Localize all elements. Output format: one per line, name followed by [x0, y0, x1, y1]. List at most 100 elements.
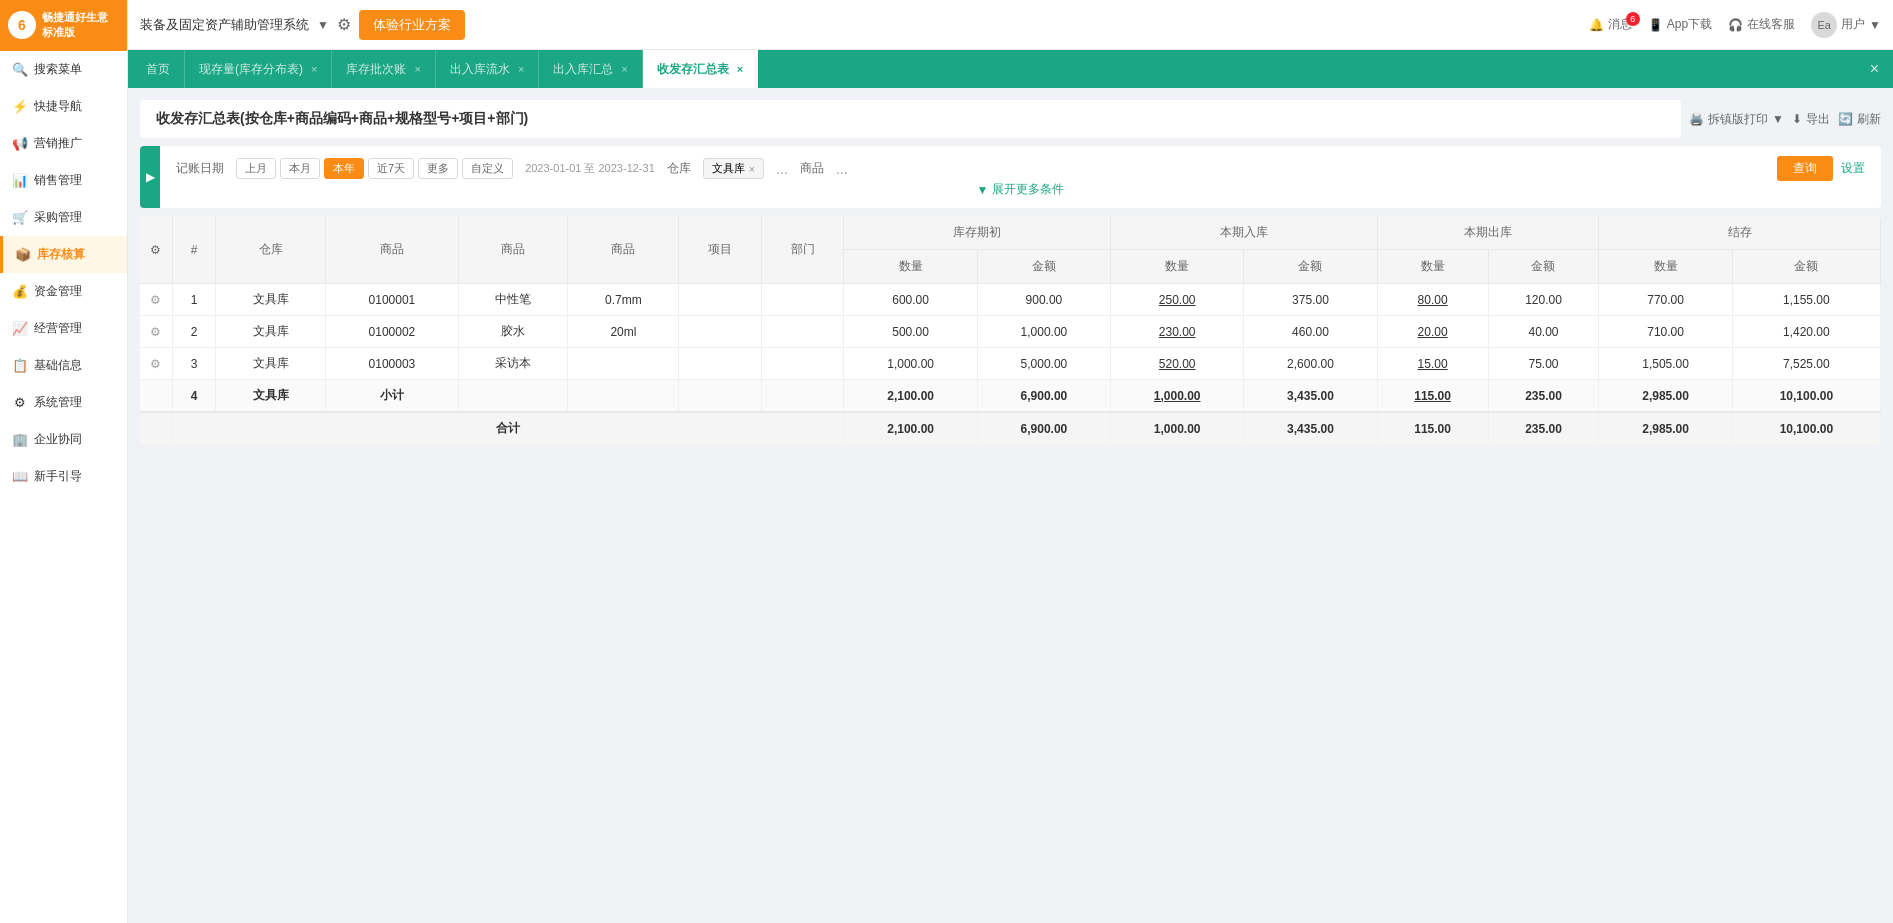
sidebar-item-finance[interactable]: 💰 资金管理 — [0, 273, 127, 310]
tab-close-recv-send[interactable]: × — [737, 63, 743, 75]
app-download-btn[interactable]: 📱 App下载 — [1648, 16, 1712, 33]
topbar-right: 🔔 消息 6 📱 App下载 🎧 在线客服 Ea 用户 ▼ — [1589, 12, 1881, 38]
topbar-left: 装备及固定资产辅助管理系统 ▼ ⚙ 体验行业方案 — [140, 10, 465, 40]
table-settings-icon[interactable]: ⚙ — [150, 243, 161, 257]
row2-no: 2 — [172, 316, 216, 348]
row2-code: 0100002 — [325, 316, 458, 348]
row1-out-qty[interactable]: 80.00 — [1377, 284, 1488, 316]
col-inbound-qty: 数量 — [1111, 250, 1244, 284]
settings-gear-icon[interactable]: ⚙ — [337, 15, 351, 34]
subtotal-empty2 — [568, 380, 679, 413]
tab-inout-summary[interactable]: 出入库汇总 × — [539, 50, 642, 88]
guide-icon: 📖 — [12, 468, 28, 484]
tab-recv-send[interactable]: 收发存汇总表 × — [643, 50, 758, 88]
row2-warehouse: 文具库 — [216, 316, 325, 348]
sidebar-item-system[interactable]: ⚙ 系统管理 — [0, 384, 127, 421]
refresh-btn[interactable]: 🔄 刷新 — [1838, 111, 1881, 128]
message-badge: 6 — [1626, 12, 1640, 26]
sidebar-item-guide[interactable]: 📖 新手引导 — [0, 458, 127, 495]
row1-gear[interactable]: ⚙ — [140, 284, 172, 316]
data-table: ⚙ # 仓库 商品 商品 商品 项目 部门 库存期初 本期入库 本期出库 结存 — [140, 216, 1881, 445]
tab-home[interactable]: 首页 — [132, 50, 185, 88]
date-btn-prev-month[interactable]: 上月 — [236, 158, 276, 179]
close-all-tabs-btn[interactable]: × — [1860, 60, 1889, 78]
sidebar-item-quick-nav[interactable]: ⚡ 快捷导航 — [0, 88, 127, 125]
trial-btn[interactable]: 体验行业方案 — [359, 10, 465, 40]
col-closing-amt: 金额 — [1732, 250, 1880, 284]
sidebar-item-marketing[interactable]: 📢 营销推广 — [0, 125, 127, 162]
table-row: ⚙ 1 文具库 0100001 中性笔 0.7mm 600.00 900.00 … — [140, 284, 1881, 316]
sidebar-item-search[interactable]: 🔍 搜索菜单 — [0, 51, 127, 88]
user-menu[interactable]: Ea 用户 ▼ — [1811, 12, 1881, 38]
message-btn[interactable]: 🔔 消息 6 — [1589, 16, 1632, 33]
setting-link[interactable]: 设置 — [1841, 160, 1865, 177]
subtotal-empty1 — [459, 380, 568, 413]
total-out-amt: 235.00 — [1488, 412, 1599, 445]
warehouse-ellipsis[interactable]: ... — [776, 161, 788, 177]
goods-ellipsis[interactable]: ... — [836, 161, 848, 177]
bell-icon: 🔔 — [1589, 18, 1604, 32]
date-btn-this-month[interactable]: 本月 — [280, 158, 320, 179]
total-opening-qty: 2,100.00 — [844, 412, 977, 445]
tab-close-inout-summary[interactable]: × — [621, 63, 627, 75]
col-opening-qty: 数量 — [844, 250, 977, 284]
subtotal-out-qty[interactable]: 115.00 — [1377, 380, 1488, 413]
sidebar-item-purchase[interactable]: 🛒 采购管理 — [0, 199, 127, 236]
row1-in-qty[interactable]: 250.00 — [1111, 284, 1244, 316]
tab-close-batch[interactable]: × — [414, 63, 420, 75]
print-btn[interactable]: 🖨️ 拆镇版打印 ▼ — [1689, 111, 1784, 128]
purchase-icon: 🛒 — [12, 209, 28, 225]
subtotal-in-qty[interactable]: 1,000.00 — [1111, 380, 1244, 413]
sidebar-item-operations[interactable]: 📈 经营管理 — [0, 310, 127, 347]
chevron-down-icon: ▼ — [1869, 18, 1881, 32]
col-closing-header: 结存 — [1599, 216, 1881, 250]
row1-in-amt: 375.00 — [1244, 284, 1377, 316]
col-closing-qty: 数量 — [1599, 250, 1732, 284]
sidebar-item-enterprise[interactable]: 🏢 企业协同 — [0, 421, 127, 458]
row1-closing-qty: 770.00 — [1599, 284, 1732, 316]
sidebar-nav: 🔍 搜索菜单 ⚡ 快捷导航 📢 营销推广 📊 销售管理 🛒 采购管理 📦 库存核… — [0, 51, 127, 923]
search-icon: 🔍 — [12, 61, 28, 77]
subtotal-opening-qty: 2,100.00 — [844, 380, 977, 413]
total-in-qty: 1,000.00 — [1111, 412, 1244, 445]
col-code-header: 商品 — [325, 216, 458, 284]
chevron-down-expand-icon: ▼ — [977, 183, 989, 197]
date-btn-this-year[interactable]: 本年 — [324, 158, 364, 179]
sidebar-logo: 6 畅捷通好生意 标准版 — [0, 0, 127, 51]
expand-more-btn[interactable]: ▼ 展开更多条件 — [977, 181, 1065, 198]
row3-in-qty[interactable]: 520.00 — [1111, 348, 1244, 380]
total-opening-amt: 6,900.00 — [977, 412, 1110, 445]
col-opening-amt: 金额 — [977, 250, 1110, 284]
enterprise-icon: 🏢 — [12, 431, 28, 447]
date-btn-more[interactable]: 更多 — [418, 158, 458, 179]
row3-out-qty[interactable]: 15.00 — [1377, 348, 1488, 380]
online-service-btn[interactable]: 🎧 在线客服 — [1728, 16, 1795, 33]
row2-in-qty[interactable]: 230.00 — [1111, 316, 1244, 348]
query-btn[interactable]: 查询 — [1777, 156, 1833, 181]
logo-text: 畅捷通好生意 标准版 — [42, 10, 108, 41]
sidebar-item-basic-info[interactable]: 📋 基础信息 — [0, 347, 127, 384]
tab-close-inout-flow[interactable]: × — [518, 63, 524, 75]
filter-collapse-btn[interactable]: ▶ — [140, 146, 160, 208]
tab-batch[interactable]: 库存批次账 × — [332, 50, 435, 88]
row3-gear[interactable]: ⚙ — [140, 348, 172, 380]
tab-close-stock-dist[interactable]: × — [311, 63, 317, 75]
row2-in-amt: 460.00 — [1244, 316, 1377, 348]
row2-gear[interactable]: ⚙ — [140, 316, 172, 348]
date-btn-7days[interactable]: 近7天 — [368, 158, 414, 179]
warehouse-tag-remove[interactable]: × — [749, 163, 755, 175]
row3-project — [679, 348, 762, 380]
date-btn-custom[interactable]: 自定义 — [462, 158, 513, 179]
sidebar-item-inventory[interactable]: 📦 库存核算 — [0, 236, 127, 273]
system-dropdown[interactable]: ▼ — [317, 18, 329, 32]
date-range-label: 2023-01-01 至 2023-12-31 — [525, 161, 655, 176]
col-spec-header: 商品 — [568, 216, 679, 284]
row1-warehouse: 文具库 — [216, 284, 325, 316]
row2-out-qty[interactable]: 20.00 — [1377, 316, 1488, 348]
export-btn[interactable]: ⬇ 导出 — [1792, 111, 1830, 128]
row1-spec: 0.7mm — [568, 284, 679, 316]
tab-inout-flow[interactable]: 出入库流水 × — [436, 50, 539, 88]
sidebar-item-sales[interactable]: 📊 销售管理 — [0, 162, 127, 199]
tab-stock-dist[interactable]: 现存量(库存分布表) × — [185, 50, 332, 88]
col-settings-header[interactable]: ⚙ — [140, 216, 172, 284]
